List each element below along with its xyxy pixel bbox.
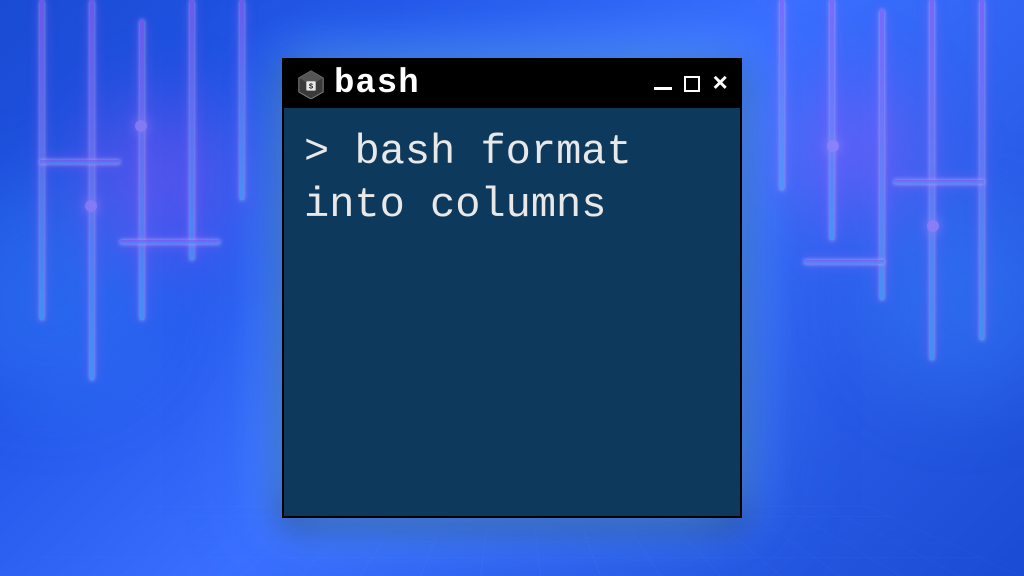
minimize-icon [654, 87, 672, 90]
terminal-body[interactable]: > bash format into columns [284, 108, 740, 516]
command-text: bash format into columns [304, 128, 632, 229]
close-button[interactable]: × [712, 74, 728, 95]
close-icon: × [712, 74, 728, 95]
prompt-symbol: > [304, 128, 329, 176]
maximize-button[interactable] [684, 76, 700, 92]
terminal-window: $ bash × > bash format into columns [282, 58, 742, 518]
window-controls: × [654, 74, 728, 95]
minimize-button[interactable] [654, 77, 672, 90]
window-title: bash [334, 65, 646, 103]
bash-shell-icon: $ [296, 69, 326, 99]
titlebar[interactable]: $ bash × [284, 60, 740, 108]
maximize-icon [684, 76, 700, 92]
svg-text:$: $ [309, 84, 314, 92]
